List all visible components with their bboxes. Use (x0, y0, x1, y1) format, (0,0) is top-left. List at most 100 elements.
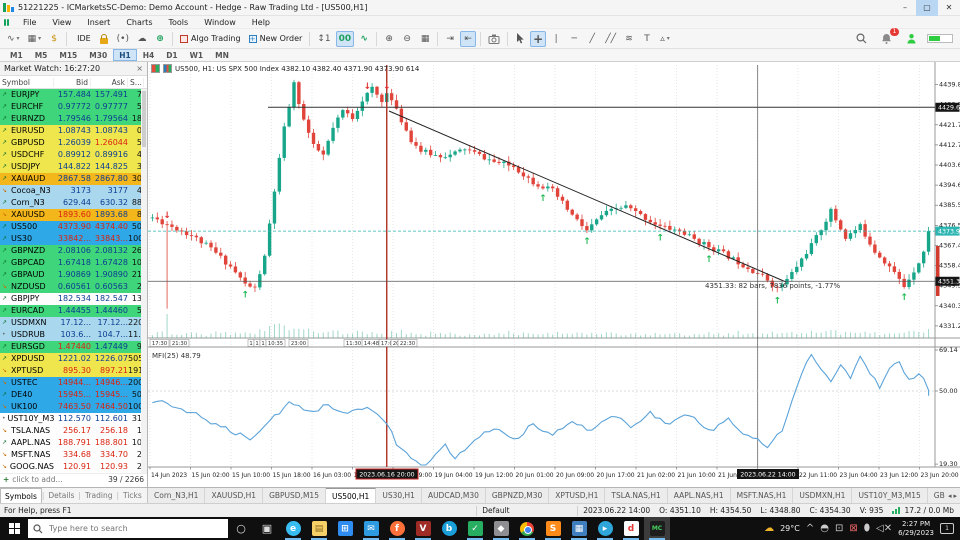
maximize-button[interactable]: ▢ (916, 0, 938, 16)
symbol-row-ustec[interactable]: ↘ USTEC 14944... 14946... 200 (0, 377, 147, 389)
start-button[interactable] (0, 517, 28, 540)
chart-tab-gbpusd-m15[interactable]: GBPUSD,M15 (263, 488, 326, 503)
menu-window[interactable]: Window (196, 18, 244, 27)
vertical-line-icon[interactable]: | (548, 31, 564, 47)
menu-view[interactable]: View (44, 18, 79, 27)
community-icon[interactable]: ⊕ (152, 31, 168, 47)
auto-scroll-icon[interactable]: ⇥ (442, 31, 458, 47)
speaker-muted-icon[interactable]: ◁✕ (876, 523, 892, 534)
minimize-button[interactable]: – (894, 0, 916, 16)
chart-area[interactable]: 4351.33: 82 bars, 7836 points, -1.77% ↓ ↓ ↓… (148, 62, 960, 487)
column-symbol[interactable]: Symbol (0, 77, 54, 87)
zoom-in-icon[interactable]: ⊕ (381, 31, 397, 47)
taskbar-app-b-app[interactable]: b (436, 517, 462, 540)
chart-tab-xauusd-h1[interactable]: XAUUSD,H1 (205, 488, 264, 503)
symbol-row-ust10y_m3[interactable]: • UST10Y_M3 112.570 112.601 31 (0, 413, 147, 425)
tile-windows-icon[interactable]: ▦ (417, 31, 433, 47)
taskbar-app-d-app[interactable]: d (618, 517, 644, 540)
profiles-icon[interactable]: ▦ ▾ (25, 31, 45, 47)
symbol-row-us30[interactable]: ↗ US30 33842... 33843... 100 (0, 233, 147, 245)
symbol-row-usdjpy[interactable]: ↗ USDJPY 144.822 144.825 3 (0, 161, 147, 173)
taskbar-app-telegram[interactable]: ▸ (592, 517, 618, 540)
symbol-row-eurusd[interactable]: ↗ EURUSD 1.08743 1.08743 0 (0, 125, 147, 137)
taskbar-app-file-explorer[interactable]: ▤ (306, 517, 332, 540)
symbol-row-xptusd[interactable]: ↘ XPTUSD 895.30 897.21 191 (0, 365, 147, 377)
taskbar-app-v-app[interactable]: V (410, 517, 436, 540)
taskbar-app-calculator[interactable]: ▦ (566, 517, 592, 540)
chart-tab-aapl-nas-h1[interactable]: AAPL.NAS,H1 (668, 488, 731, 503)
horizontal-line-icon[interactable]: ─ (566, 31, 582, 47)
panel-tab-details[interactable]: Details (44, 491, 78, 500)
chart-type-icon[interactable]: ∿ ▾ (4, 31, 23, 47)
status-profile[interactable]: Default (482, 506, 572, 515)
symbol-row-xauaud[interactable]: ↗ XAUAUD 2867.58 2867.80 30 (0, 173, 147, 185)
chart-tab-msft-nas-h1[interactable]: MSFT.NAS,H1 (731, 488, 794, 503)
taskbar-app-chrome[interactable] (514, 517, 540, 540)
symbol-row-xauusd[interactable]: ↘ XAUUSD 1893.60 1893.68 8 (0, 209, 147, 221)
crosshair-icon[interactable]: + (530, 30, 547, 47)
chart-tab-usdmxn-h1[interactable]: USDMXN,H1 (793, 488, 853, 503)
close-button[interactable]: ✕ (938, 0, 960, 16)
timeframe-m15[interactable]: M15 (53, 49, 83, 61)
trendline-icon[interactable]: ╱ (584, 31, 600, 47)
symbol-row-msft.nas[interactable]: ↘ MSFT.NAS 334.68 334.70 2 (0, 449, 147, 461)
one-click-trading-icon[interactable] (163, 64, 172, 73)
panel-tab-symbols[interactable]: Symbols (0, 488, 42, 503)
metaeditor-ide-button[interactable]: IDE (71, 31, 94, 47)
line-chart-icon[interactable]: ∿ (356, 31, 372, 47)
timeframe-m1[interactable]: M1 (4, 49, 29, 61)
symbol-row-tsla.nas[interactable]: ↘ TSLA.NAS 256.17 256.18 1 (0, 425, 147, 437)
taskbar-search[interactable] (28, 519, 228, 538)
cloud-icon[interactable]: ☁ (134, 31, 150, 47)
taskbar-app-metatrader-mc[interactable]: MC (644, 517, 670, 540)
timeframe-h1[interactable]: H1 (113, 49, 137, 61)
menu-help[interactable]: Help (244, 18, 278, 27)
timeframe-m5[interactable]: M5 (29, 49, 54, 61)
timeframe-h4[interactable]: H4 (137, 49, 161, 61)
menu-charts[interactable]: Charts (118, 18, 160, 27)
symbol-row-xpdusd[interactable]: ↗ XPDUSD 1221.02 1226.07 505 (0, 353, 147, 365)
search-icon[interactable] (853, 31, 870, 47)
shapes-icon[interactable]: ▵ ▾ (657, 31, 673, 47)
taskbar-app-edge[interactable]: e (280, 517, 306, 540)
chart-tab-corn-n3-h1[interactable]: Corn_N3,H1 (148, 488, 206, 503)
equidistant-channel-icon[interactable]: ╱╱ (602, 31, 619, 47)
symbol-row-aapl.nas[interactable]: ↗ AAPL.NAS 188.791 188.801 10 (0, 437, 147, 449)
timeframe-mn[interactable]: MN (209, 49, 235, 61)
waves-icon[interactable]: ≋ (621, 31, 637, 47)
weather-icon[interactable]: ☁ (764, 523, 774, 534)
timeframe-w1[interactable]: W1 (184, 49, 210, 61)
chart-tab-us500-h1[interactable]: US500,H1 (325, 488, 377, 503)
new-order-button[interactable]: + New Order (246, 31, 306, 47)
taskbar-app-store[interactable]: ⊞ (332, 517, 358, 540)
screenshot-camera-icon[interactable] (485, 31, 503, 47)
panel-tab-ticks[interactable]: Ticks (119, 491, 146, 500)
symbol-row-nzdusd[interactable]: ↘ NZDUSD 0.60561 0.60563 2 (0, 281, 147, 293)
taskbar-app-viewer-3d[interactable]: ◆ (488, 517, 514, 540)
notifications-bell-icon[interactable]: 1 (878, 27, 899, 47)
dollar-icon[interactable]: $ (46, 31, 62, 47)
display-cast-icon[interactable]: ⊡ (835, 523, 843, 534)
taskbar-app-firefox[interactable]: f (384, 517, 410, 540)
taskbar-app-antivirus-shield[interactable]: ✓ (462, 517, 488, 540)
column-ask[interactable]: Ask (91, 77, 128, 87)
community-person-icon[interactable] (903, 31, 920, 47)
symbol-row-us500[interactable]: ↗ US500 4373.90 4374.40 50 (0, 221, 147, 233)
chart-tab-audcad-m30[interactable]: AUDCAD,M30 (422, 488, 486, 503)
depth-of-market-icon[interactable] (151, 64, 160, 73)
taskbar-clock[interactable]: 2:27 PM 6/29/2023 (898, 520, 934, 538)
chart-tab-gbpjpy-m15[interactable]: GBPJPY,M15 (928, 488, 945, 503)
lock-icon[interactable] (96, 31, 112, 47)
symbol-row-usdrub[interactable]: • USDRUB 103.6... 104.7... 11... (0, 329, 147, 341)
tab-scroll-arrow[interactable]: ▸ (953, 492, 957, 500)
symbol-row-eursgd[interactable]: ↗ EURSGD 1.47440 1.47449 9 (0, 341, 147, 353)
algo-trading-button[interactable]: Algo Trading (177, 31, 244, 47)
add-symbol-row[interactable]: + click to add... 39 / 2266 (0, 473, 147, 485)
market-watch-scrollbar[interactable] (141, 89, 147, 473)
symbol-row-uk100[interactable]: ↘ UK100 7463.50 7464.50 100 (0, 401, 147, 413)
symbol-row-goog.nas[interactable]: ↘ GOOG.NAS 120.91 120.93 2 (0, 461, 147, 473)
chart-tab-ust10y-m3-m15[interactable]: UST10Y_M3,M15 (852, 488, 928, 503)
chart-tab-tsla-nas-h1[interactable]: TSLA.NAS,H1 (605, 488, 668, 503)
temperature[interactable]: 29°C (780, 524, 800, 533)
column-s[interactable]: S... (128, 77, 144, 87)
